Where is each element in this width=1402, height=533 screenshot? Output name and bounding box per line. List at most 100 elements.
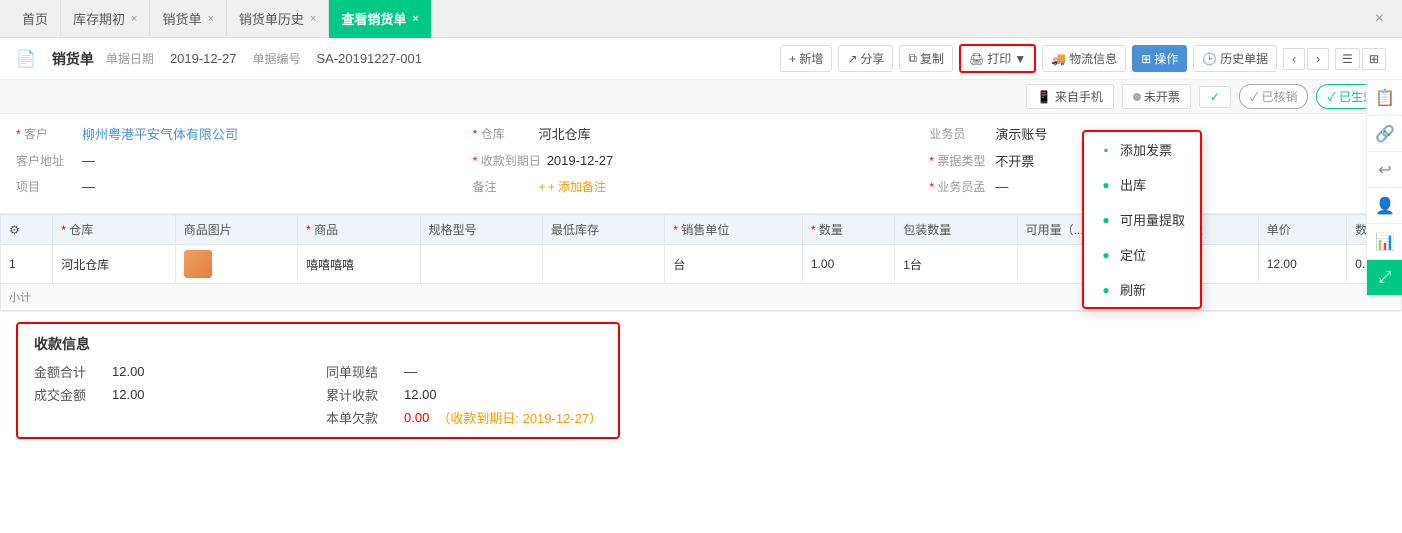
- tab-home[interactable]: 首页: [10, 0, 61, 38]
- sidebar-user-icon[interactable]: 👤: [1367, 188, 1402, 224]
- dropdown-add-invoice[interactable]: ▪ 添加发票: [1084, 132, 1200, 167]
- col-min-stock: 最低库存: [542, 215, 664, 245]
- close-tab-4[interactable]: ×: [412, 13, 418, 25]
- customer-label: 客户: [16, 125, 76, 142]
- history-button[interactable]: 🕒 历史单据: [1193, 45, 1277, 72]
- payment-accumulated-row: 累计收款 12.00: [326, 385, 602, 404]
- payment-due-value: 0.00: [404, 410, 429, 425]
- doc-title: 销货单: [52, 49, 94, 69]
- doc-title-area: 📄 销货单 单据日期 2019-12-27 单据编号 SA-20191227-0…: [16, 49, 422, 69]
- window-close-button[interactable]: ×: [1367, 10, 1392, 28]
- payment-same-order-label: 同单现结: [326, 362, 396, 381]
- due-date-label: 收款到期日: [473, 152, 541, 169]
- no-value: SA-20191227-001: [316, 51, 422, 66]
- dropdown-available-extract[interactable]: ● 可用量提取: [1084, 202, 1200, 237]
- date-value: 2019-12-27: [170, 51, 237, 66]
- customer-value[interactable]: 柳州粤港平安气体有限公司: [82, 124, 238, 143]
- dropdown-out-warehouse[interactable]: ● 出库: [1084, 167, 1200, 202]
- sub-toolbar: 📱 来自手机 未开票 ✓ ✓ 已核销 ✓ 已生效: [0, 80, 1402, 114]
- tab-sales-order[interactable]: 销货单 ×: [150, 0, 226, 38]
- share-button[interactable]: ↗ 分享: [838, 45, 893, 72]
- close-tab-2[interactable]: ×: [207, 13, 213, 25]
- doc-meta: 单据日期 2019-12-27 单据编号 SA-20191227-001: [106, 50, 422, 67]
- tab-view-sales-order[interactable]: 查看销货单 ×: [329, 0, 431, 38]
- sidebar-chart-icon[interactable]: 📊: [1367, 224, 1402, 260]
- payment-amount-value: 12.00: [112, 364, 145, 379]
- project-label: 项目: [16, 178, 76, 195]
- payment-transaction-value: 12.00: [112, 387, 145, 402]
- row-warehouse: 河北仓库: [53, 245, 175, 284]
- available-icon: ●: [1098, 212, 1114, 228]
- doc-icon: 📄: [16, 49, 36, 69]
- payment-title: 收款信息: [34, 334, 602, 354]
- payment-grid: 金额合计 12.00 同单现结 — 成交金额 12.00 累计收款 12.00: [34, 362, 602, 427]
- col-product: 商品: [298, 215, 420, 245]
- check-button[interactable]: ✓: [1199, 86, 1231, 108]
- close-tab-3[interactable]: ×: [310, 13, 316, 25]
- sidebar-return-icon[interactable]: ↩: [1367, 152, 1402, 188]
- nav-arrows: ‹ ›: [1283, 48, 1329, 70]
- due-date-field: 收款到期日 2019-12-27: [473, 152, 930, 169]
- row-image: [175, 245, 297, 284]
- sidebar-clipboard-icon[interactable]: 📋: [1367, 80, 1402, 116]
- payment-accumulated-value: 12.00: [404, 387, 437, 402]
- payment-due-label: 本单欠款: [326, 408, 396, 427]
- tab-inventory-init[interactable]: 库存期初 ×: [61, 0, 150, 38]
- ops-button[interactable]: ⊞ 操作: [1132, 45, 1187, 72]
- payment-amount-row: 金额合计 12.00: [34, 362, 310, 381]
- col-image: 商品图片: [175, 215, 297, 245]
- tab-bar: 首页 库存期初 × 销货单 × 销货单历史 × 查看销货单 × ×: [0, 0, 1402, 38]
- product-image: [184, 250, 212, 278]
- print-icon: 🖨: [969, 52, 984, 66]
- next-arrow[interactable]: ›: [1307, 48, 1329, 70]
- payment-accumulated-label: 累计收款: [326, 385, 396, 404]
- sidebar-link-icon[interactable]: 🔗: [1367, 116, 1402, 152]
- row-unit: 台: [665, 245, 803, 284]
- due-date-value: 2019-12-27: [547, 153, 614, 168]
- dropdown-refresh[interactable]: ● 刷新: [1084, 272, 1200, 307]
- from-phone-button[interactable]: 📱 来自手机: [1026, 84, 1114, 109]
- warehouse-label: 仓库: [473, 125, 533, 142]
- payment-due-row: 本单欠款 0.00 （收款到期日: 2019-12-27）: [326, 408, 602, 427]
- row-no: 1: [1, 245, 53, 284]
- logistics-button[interactable]: 🚚 物流信息: [1042, 45, 1126, 72]
- staff2-value: —: [995, 179, 1008, 194]
- sidebar-expand-icon[interactable]: ⤢: [1367, 260, 1402, 296]
- ticket-label: 票据类型: [929, 152, 989, 169]
- project-field: 项目 —: [16, 178, 473, 195]
- date-label: 单据日期: [106, 50, 154, 67]
- new-button[interactable]: + 新增: [780, 45, 832, 72]
- main-content: 📄 销货单 单据日期 2019-12-27 单据编号 SA-20191227-0…: [0, 38, 1402, 533]
- grid-icon: ⊞: [1141, 52, 1151, 66]
- print-button[interactable]: 🖨 打印 ▼: [959, 44, 1036, 73]
- col-qty: 数量: [802, 215, 894, 245]
- tab-sales-history[interactable]: 销货单历史 ×: [227, 0, 329, 38]
- col-warehouse: 仓库: [53, 215, 175, 245]
- payment-same-order-value: —: [404, 364, 417, 379]
- gear-icon[interactable]: ⚙: [9, 223, 20, 237]
- staff-label: 业务员: [929, 125, 989, 142]
- add-note-button[interactable]: + + 添加备注: [539, 178, 606, 195]
- warehouse-field: 仓库 河北仓库: [473, 124, 930, 143]
- view-buttons: ☰ ⊞: [1335, 48, 1386, 70]
- close-tab-1[interactable]: ×: [131, 13, 137, 25]
- note-label: 备注: [473, 178, 533, 195]
- address-label: 客户地址: [16, 152, 76, 169]
- payment-same-order-row: 同单现结 —: [326, 362, 602, 381]
- row-pack-qty: 1台: [895, 245, 1017, 284]
- locate-icon: ●: [1098, 247, 1114, 263]
- not-open-button[interactable]: 未开票: [1122, 84, 1191, 109]
- check-icon: ✓: [1210, 90, 1220, 104]
- warehouse-value: 河北仓库: [539, 124, 591, 143]
- list-view-button[interactable]: ☰: [1335, 48, 1360, 70]
- prev-arrow[interactable]: ‹: [1283, 48, 1305, 70]
- col-spec: 规格型号: [420, 215, 542, 245]
- dropdown-locate[interactable]: ● 定位: [1084, 237, 1200, 272]
- copy-button[interactable]: ⧉ 复制: [899, 45, 953, 72]
- status-circle-grey: [1133, 93, 1141, 101]
- customer-field: 客户 柳州粤港平安气体有限公司: [16, 124, 473, 143]
- row-product: 嘻嘻嘻嘻: [298, 245, 420, 284]
- grid-view-button[interactable]: ⊞: [1362, 48, 1386, 70]
- row-spec: [420, 245, 542, 284]
- payment-transaction-label: 成交金额: [34, 385, 104, 404]
